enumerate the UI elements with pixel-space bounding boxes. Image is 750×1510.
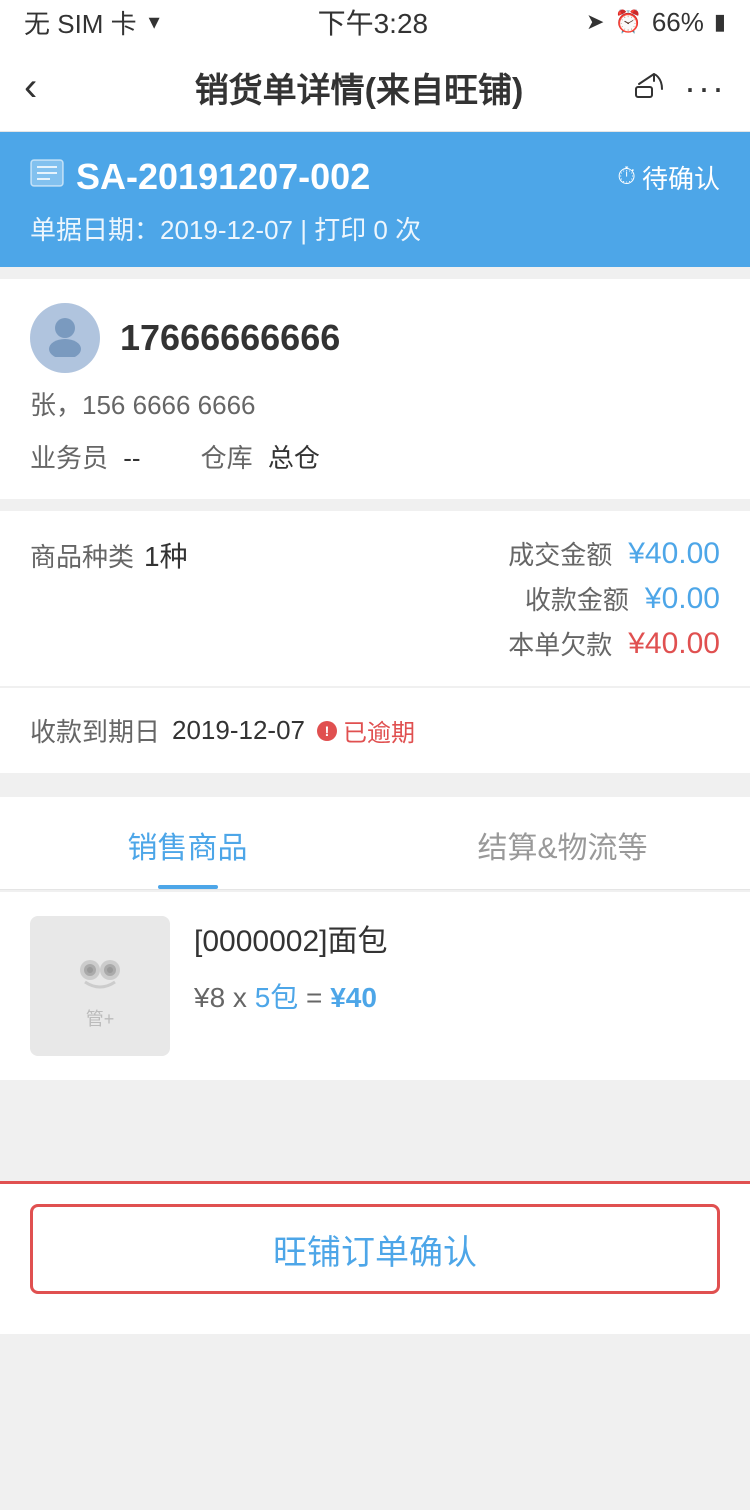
order-doc-icon [30,159,64,195]
carrier-text: 无 SIM 卡 [24,4,137,41]
product-image: 管+ [30,916,170,1056]
debt-value: ¥40.00 [628,627,720,661]
due-section: 收款到期日 2019-12-07 ! 已逾期 [0,688,750,773]
product-item: 管+ [0000002]面包 ¥8 x 5包 = ¥40 [0,892,750,1080]
product-type-value: 1种 [144,535,188,575]
summary-section: 商品种类 1种 成交金额 ¥40.00 收款金额 ¥0.00 本单欠款 ¥40.… [0,511,750,686]
tab-settlement[interactable]: 结算&物流等 [375,797,750,889]
customer-phone: 17666666666 [120,317,340,359]
warehouse-label: 仓库 [201,443,253,473]
order-status: ⏱ 待确认 [617,159,720,196]
sales-value: -- [123,443,140,473]
location-icon: ➤ [586,9,604,35]
equals-text: = [298,982,330,1013]
received-label: 收款金额 [525,580,629,617]
overdue-icon: ! [317,721,337,741]
more-button[interactable]: ··· [684,67,726,109]
overdue-text: 已逾期 [343,713,415,748]
battery-icon: ▮ [714,9,726,35]
tabs-section: 销售商品 结算&物流等 [0,797,750,890]
wifi-icon: ▾ [149,9,160,35]
amount-label: 成交金额 [508,535,612,572]
product-logo-text: 管+ [60,1005,140,1031]
due-date: 2019-12-07 [172,715,305,746]
product-logo: 管+ [60,942,140,1031]
status-bar: 无 SIM 卡 ▾ 下午3:28 ➤ ⏰ 66% ▮ [0,0,750,44]
back-button[interactable]: ‹ [24,65,84,110]
amount-value: ¥40.00 [628,537,720,571]
received-row: 收款金额 ¥0.00 [525,580,720,617]
product-price: ¥8 x 5包 = ¥40 [194,976,720,1016]
order-header: SA-20191207-002 ⏱ 待确认 单据日期：2019-12-07 | … [0,132,750,267]
share-button[interactable] [634,69,664,106]
product-type-label: 商品种类 [30,537,134,574]
divider-2 [0,773,750,785]
avatar-icon [42,311,88,366]
amount-row: 成交金额 ¥40.00 [508,535,720,572]
tab-sales-goods[interactable]: 销售商品 [0,797,375,889]
divider-1 [0,499,750,511]
customer-detail: 张，156 6666 6666 [30,385,720,422]
product-type: 商品种类 1种 [30,535,508,575]
customer-section: 17666666666 张，156 6666 6666 业务员 -- 仓库 总仓 [0,279,750,499]
product-name: [0000002]面包 [194,916,720,960]
customer-meta: 业务员 -- 仓库 总仓 [30,438,720,475]
product-total: ¥40 [330,982,377,1013]
debt-row: 本单欠款 ¥40.00 [508,625,720,662]
order-id: SA-20191207-002 [30,156,370,198]
avatar [30,303,100,373]
nav-actions: ··· [634,67,726,109]
product-qty: 5包 [255,982,299,1013]
nav-bar: ‹ 销货单详情(来自旺铺) ··· [0,44,750,132]
warehouse-value: 总仓 [268,443,320,473]
status-left: 无 SIM 卡 ▾ [24,4,160,41]
order-date: 单据日期：2019-12-07 | 打印 0 次 [30,210,720,247]
tab-underline [158,885,218,889]
amount-summary: 成交金额 ¥40.00 收款金额 ¥0.00 本单欠款 ¥40.00 [508,535,720,662]
page-title: 销货单详情(来自旺铺) [84,63,634,112]
warehouse: 仓库 总仓 [201,438,320,475]
debt-label: 本单欠款 [508,625,612,662]
bottom-area: 旺铺订单确认 [0,1181,750,1334]
sales-rep: 业务员 -- [30,438,141,475]
clock-icon: ⏱ [617,163,636,191]
confirm-order-button[interactable]: 旺铺订单确认 [30,1204,720,1294]
alarm-icon: ⏰ [614,9,641,35]
due-label: 收款到期日 [30,712,160,749]
product-info: [0000002]面包 ¥8 x 5包 = ¥40 [194,916,720,1056]
status-right: ➤ ⏰ 66% ▮ [586,7,726,38]
status-time: 下午3:28 [318,2,429,42]
tabs-row: 销售商品 结算&物流等 [0,797,750,890]
price-text: ¥8 x [194,982,255,1013]
sales-label: 业务员 [30,443,108,473]
received-value: ¥0.00 [645,582,720,616]
overdue-badge: ! 已逾期 [317,713,415,748]
battery-text: 66% [652,7,704,38]
